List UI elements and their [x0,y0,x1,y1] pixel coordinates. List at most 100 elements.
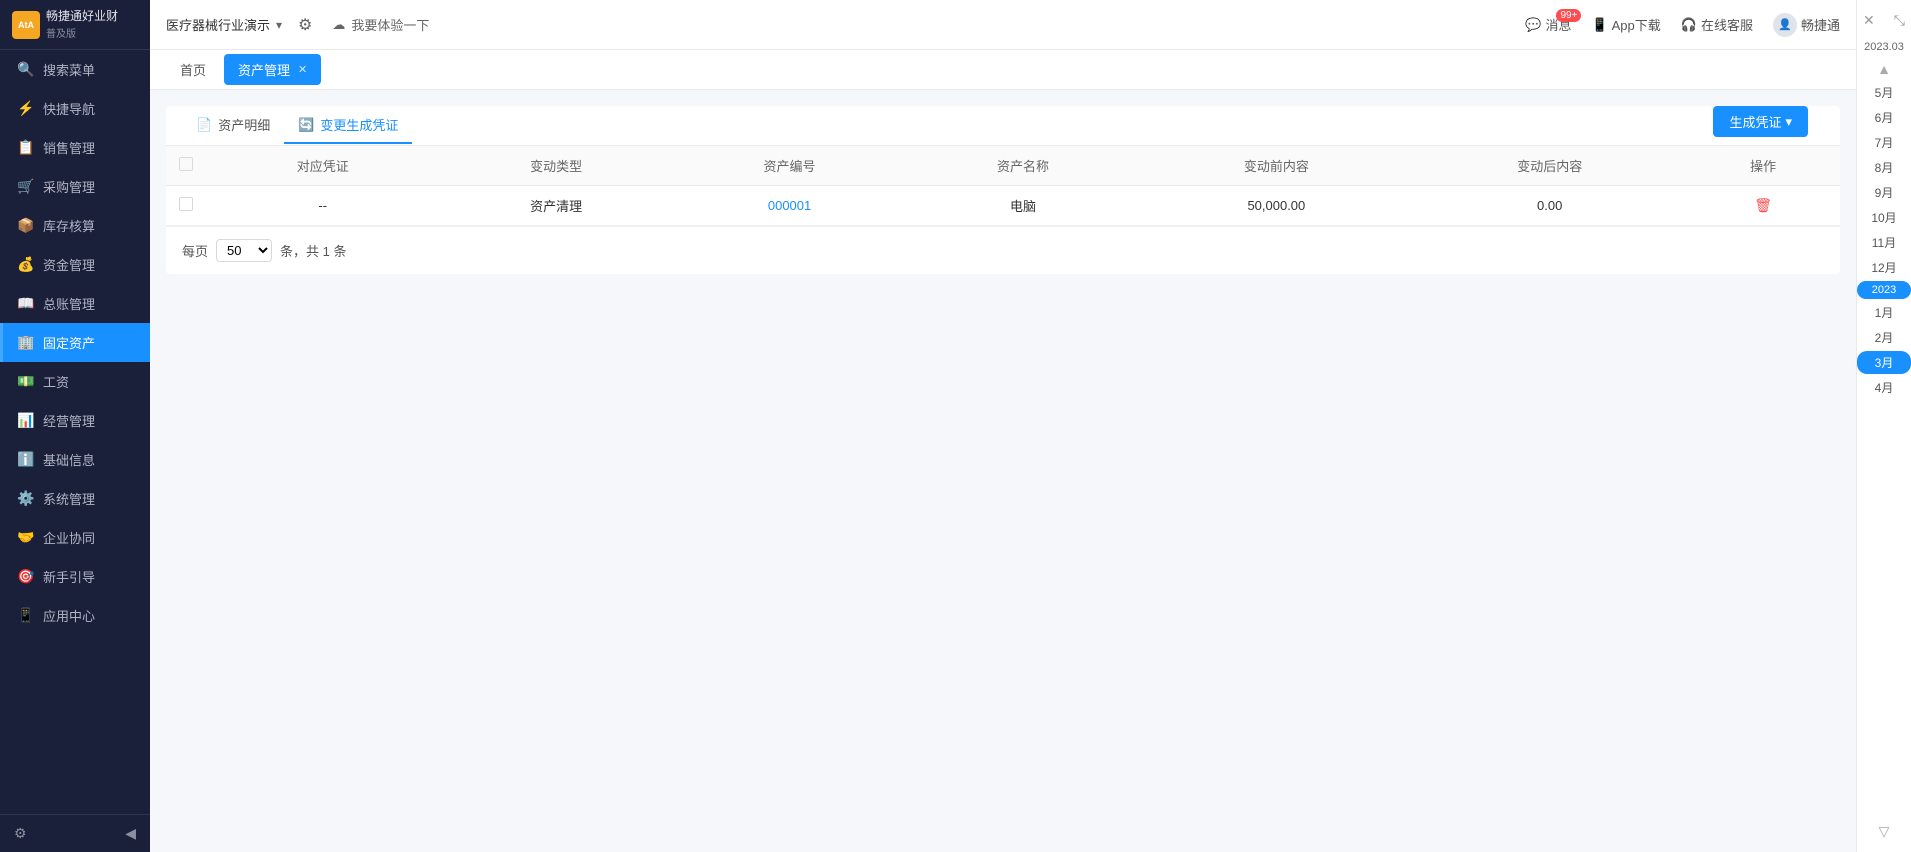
sidebar-label-search: 搜索菜单 [43,60,95,79]
page-content: 📄 资产明细 🔄 变更生成凭证 生成凭证 ▾ [150,90,1856,852]
sidebar-item-enterprise[interactable]: 🤝 企业协同 [0,518,150,557]
month-item[interactable]: 12月 [1857,256,1911,279]
sidebar-item-inventory[interactable]: 📦 库存核算 [0,206,150,245]
sidebar-label-payroll: 工资 [43,372,69,391]
cell-before-change-0: 50,000.00 [1140,186,1413,226]
sidebar-item-system[interactable]: ⚙️ 系统管理 [0,479,150,518]
basic-info-icon: ℹ️ [17,451,35,469]
delete-icon-0[interactable]: 🗑 [1754,197,1772,213]
month-item[interactable]: 1月 [1857,301,1911,324]
page-size-select[interactable]: 50 10 20 100 [216,239,272,262]
sidebar-item-guide[interactable]: 🎯 新手引导 [0,557,150,596]
month-item[interactable]: 5月 [1857,81,1911,104]
panel-year-label: 2023.03 [1864,41,1904,53]
message-icon: 💬 [1525,17,1541,33]
panel-down-nav[interactable]: ▽ [1875,819,1894,844]
page-total: 条，共 1 条 [280,241,346,260]
experience-button[interactable]: ☁ 我要体验一下 [332,15,429,34]
service-icon: 🎧 [1681,17,1697,33]
header-settings-icon[interactable]: ⚙ [298,15,312,35]
tab-home-label: 首页 [180,60,206,79]
sidebar-item-quick-nav[interactable]: ⚡ 快捷导航 [0,89,150,128]
header-right: 💬 消息 99+ 📱 App下载 🎧 在线客服 👤 畅捷通 [1525,13,1840,37]
online-service-action[interactable]: 🎧 在线客服 [1681,15,1753,34]
th-change-type: 变动类型 [439,146,672,186]
sidebar-item-sales[interactable]: 📋 销售管理 [0,128,150,167]
user-action[interactable]: 👤 畅捷通 [1773,13,1840,37]
panel-expand-icon[interactable]: ⤡ [1894,12,1905,29]
month-item[interactable]: 9月 [1857,181,1911,204]
generate-dropdown-icon: ▾ [1785,114,1792,130]
th-asset-name: 资产名称 [906,146,1139,186]
month-item[interactable]: 2月 [1857,326,1911,349]
asset-detail-icon: 📄 [196,117,212,133]
user-name: 畅捷通 [1801,15,1840,34]
sidebar-label-fixed-assets: 固定资产 [43,333,95,352]
dropdown-icon: ▾ [276,18,282,32]
app-center-icon: 📱 [17,607,35,625]
operations-icon: 📊 [17,412,35,430]
sidebar-label-inventory: 库存核算 [43,216,95,235]
panel-close-icon[interactable]: ✕ [1863,12,1875,33]
tab-asset-management[interactable]: 资产管理 ✕ [224,54,321,85]
messages-action[interactable]: 💬 消息 99+ [1525,15,1571,34]
panel-up-nav[interactable]: ▲ [1873,57,1895,81]
month-item[interactable]: 6月 [1857,106,1911,129]
collapse-icon[interactable]: ◀ [125,825,136,842]
logo-text: 畅捷通好业财 [46,9,118,25]
generate-voucher-button[interactable]: 生成凭证 ▾ [1713,106,1808,137]
month-item[interactable]: 11月 [1857,231,1911,254]
header-checkbox[interactable] [179,157,193,171]
change-voucher-icon: 🔄 [298,117,314,133]
message-badge: 99+ [1556,9,1581,22]
guide-icon: 🎯 [17,568,35,586]
company-selector[interactable]: 医疗器械行业演示 ▾ [166,15,282,34]
sidebar-item-operations[interactable]: 📊 经营管理 [0,401,150,440]
logo-icon: AtA [12,11,40,39]
sub-tab-asset-detail[interactable]: 📄 资产明细 [182,107,284,144]
settings-icon[interactable]: ⚙ [14,825,27,842]
month-item[interactable]: 3月 [1857,351,1911,374]
sidebar-label-quick-nav: 快捷导航 [43,99,95,118]
month-item[interactable]: 8月 [1857,156,1911,179]
th-after-change: 变动后内容 [1413,146,1686,186]
sidebar-footer: ⚙ ◀ [0,814,150,852]
cell-after-change-0: 0.00 [1413,186,1686,226]
sidebar-item-search[interactable]: 🔍 搜索菜单 [0,50,150,89]
tab-home[interactable]: 首页 [166,54,220,85]
month-item[interactable]: 4月 [1857,376,1911,399]
page-size-prefix: 每页 [182,241,208,260]
sidebar-label-enterprise: 企业协同 [43,528,95,547]
cell-change-type-0: 资产清理 [439,186,672,226]
sub-tab-change-voucher[interactable]: 🔄 变更生成凭证 [284,107,412,144]
online-service-label: 在线客服 [1701,15,1753,34]
sidebar-item-fixed-assets[interactable]: 🏢 固定资产 [0,323,150,362]
sub-tabs-wrapper: 📄 资产明细 🔄 变更生成凭证 生成凭证 ▾ [166,106,1840,146]
sub-tab-asset-detail-label: 资产明细 [218,115,270,134]
sidebar-item-basic-info[interactable]: ℹ️ 基础信息 [0,440,150,479]
row-checkbox-cell [166,186,206,226]
sub-tabs: 📄 资产明细 🔄 变更生成凭证 [182,107,1713,144]
th-asset-code: 资产编号 [673,146,906,186]
sub-tab-change-voucher-label: 变更生成凭证 [320,115,398,134]
tab-asset-label: 资产管理 [238,60,290,79]
month-item[interactable]: 7月 [1857,131,1911,154]
th-before-change: 变动前内容 [1140,146,1413,186]
purchase-icon: 🛒 [17,178,35,196]
sidebar-item-app-center[interactable]: 📱 应用中心 [0,596,150,635]
th-voucher: 对应凭证 [206,146,439,186]
tab-close-icon[interactable]: ✕ [298,63,307,76]
sidebar-label-sales: 销售管理 [43,138,95,157]
sidebar-item-finance[interactable]: 💰 资金管理 [0,245,150,284]
sidebar-label-purchase: 采购管理 [43,177,95,196]
row-checkbox-0[interactable] [179,197,193,211]
sidebar-label-basic-info: 基础信息 [43,450,95,469]
year-marker[interactable]: 2023 [1857,281,1911,299]
sidebar-item-ledger[interactable]: 📖 总账管理 [0,284,150,323]
app-download-action[interactable]: 📱 App下载 [1591,15,1660,34]
top-header: 医疗器械行业演示 ▾ ⚙ ☁ 我要体验一下 💬 消息 99+ 📱 App下载 🎧… [150,0,1856,50]
month-item[interactable]: 10月 [1857,206,1911,229]
sidebar-item-purchase[interactable]: 🛒 采购管理 [0,167,150,206]
sidebar-item-payroll[interactable]: 💵 工资 [0,362,150,401]
th-checkbox [166,146,206,186]
